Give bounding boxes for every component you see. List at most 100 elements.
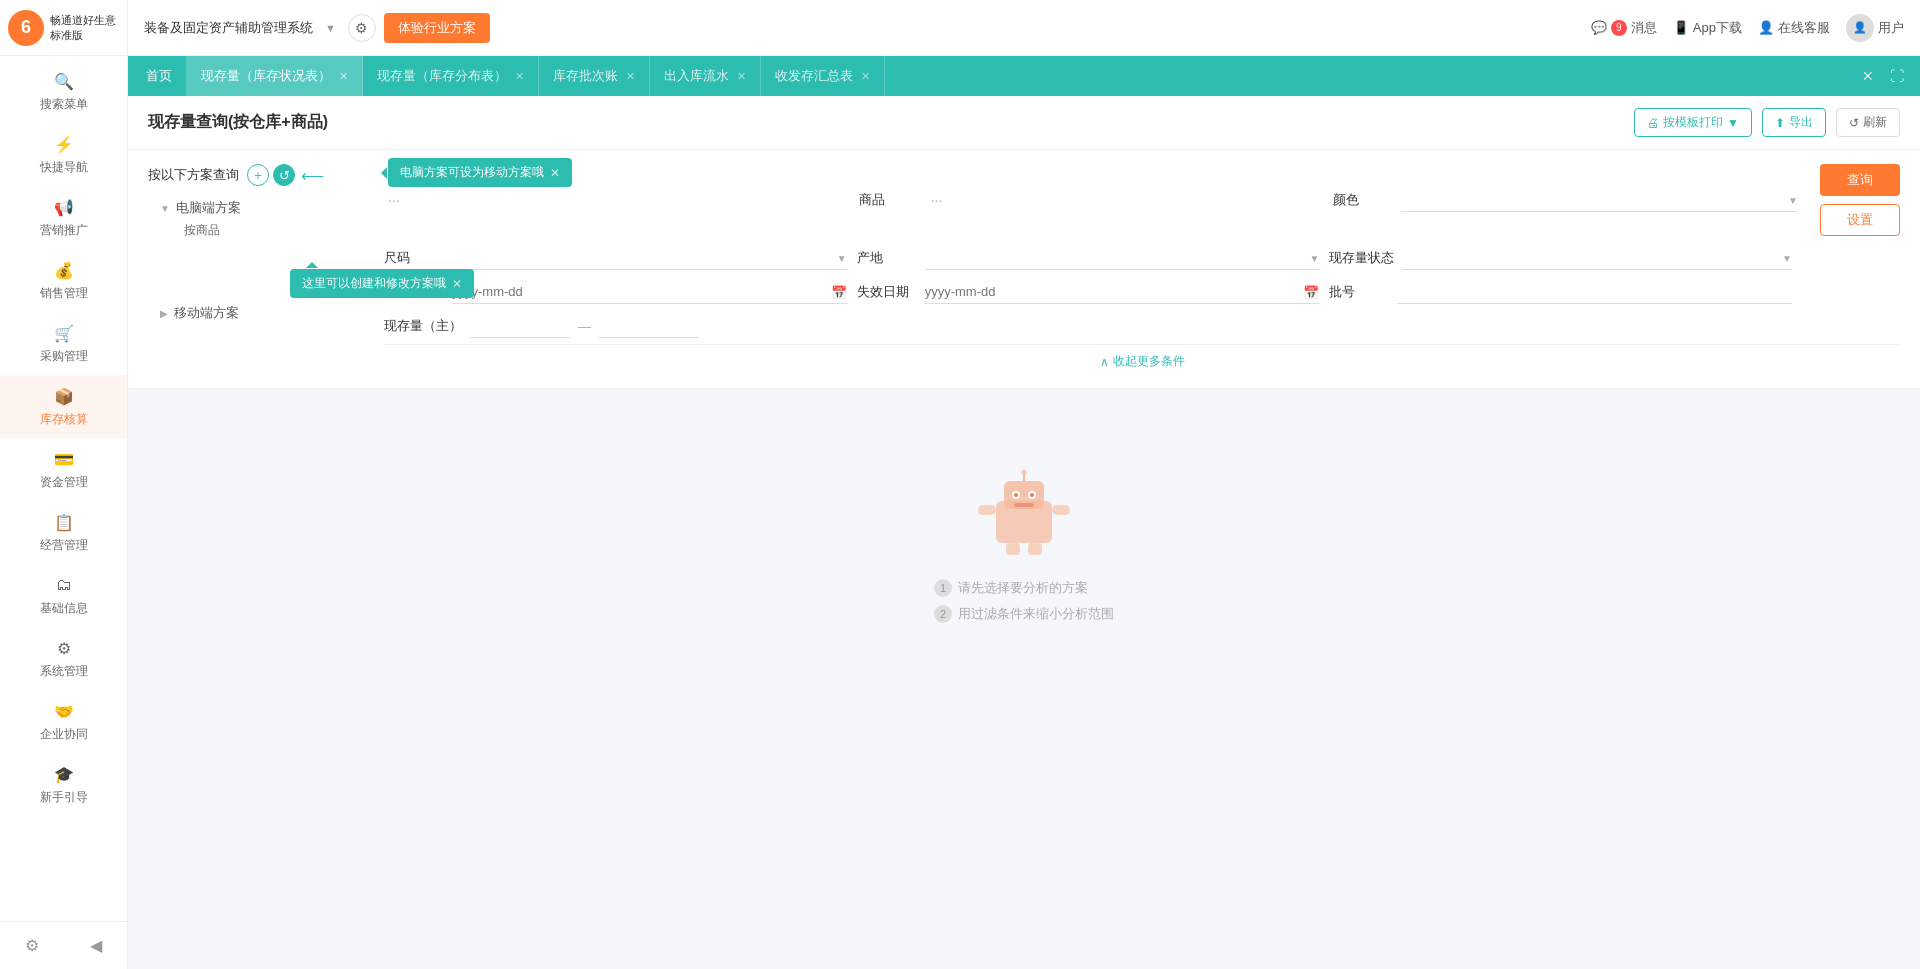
reset-button[interactable]: 设置 <box>1820 204 1900 236</box>
sidebar-item-basic[interactable]: 🗂 基础信息 <box>0 564 127 627</box>
app-download-label: App下载 <box>1693 19 1742 37</box>
stock-status-select[interactable] <box>1402 246 1792 270</box>
filter-field-warehouse: ··· <box>384 192 849 208</box>
stock-main-to-input[interactable] <box>599 314 699 338</box>
tab-label-inventory-batch: 库存批次账 <box>553 67 618 85</box>
sidebar-bottom: ⚙ ◀ <box>0 921 127 969</box>
step-1-text: 请先选择要分析的方案 <box>958 575 1088 601</box>
sidebar-item-quick-nav[interactable]: ⚡ 快捷导航 <box>0 123 127 186</box>
sidebar-item-purchase[interactable]: 🛒 采购管理 <box>0 312 127 375</box>
tabs-end: ✕ ⛶ <box>1850 66 1916 86</box>
tab-close-all-icon[interactable]: ✕ <box>1858 66 1878 86</box>
tab-inventory-batch[interactable]: 库存批次账 ✕ <box>539 56 650 96</box>
sidebar-item-enterprise[interactable]: 🤝 企业协同 <box>0 690 127 753</box>
scheme-item-by-goods[interactable]: 按商品 <box>178 220 368 241</box>
scheme-group-mobile-arrow-icon: ▶ <box>160 308 168 319</box>
tab-in-out-flow[interactable]: 出入库流水✕ <box>650 56 761 96</box>
color-select[interactable] <box>1401 188 1798 212</box>
origin-select[interactable] <box>925 246 1320 270</box>
tooltip-create-text: 这里可以创建和修改方案哦 <box>302 275 446 292</box>
sidebar-item-operations[interactable]: 📋 经营管理 <box>0 501 127 564</box>
sidebar-item-guide[interactable]: 🎓 新手引导 <box>0 753 127 816</box>
tooltip-desktop-close[interactable]: ✕ <box>550 166 560 180</box>
sidebar-item-search[interactable]: 🔍 搜索菜单 <box>0 60 127 123</box>
expire-date-label: 失效日期 <box>857 283 917 301</box>
size-select[interactable] <box>452 246 847 270</box>
nav-icon-operations: 📋 <box>53 511 75 533</box>
step-1-number: 1 <box>934 579 952 597</box>
sidebar-item-system[interactable]: ⚙ 系统管理 <box>0 627 127 690</box>
tab-inventory-status[interactable]: 现存量（库存状况表）✕ <box>187 56 363 96</box>
prod-date-input[interactable] <box>452 280 847 304</box>
tooltip-desktop: 电脑方案可设为移动方案哦 ✕ <box>388 158 572 187</box>
expire-date-input[interactable] <box>925 280 1320 304</box>
filter-row-2: 尺码 ▼ 产地 ▼ <box>384 246 1900 270</box>
tab-inventory-dist[interactable]: 现存量（库存分布表）✕ <box>363 56 539 96</box>
color-select-wrap: ▼ <box>1401 188 1798 212</box>
filter-field-color: 颜色 ▼ <box>1333 188 1798 212</box>
logo-text: 畅通道好生意 标准版 <box>50 13 116 42</box>
collapse-chevron-up-icon: ∧ <box>1100 355 1109 369</box>
nav-icon-purchase: 🛒 <box>53 322 75 344</box>
tab-close-inventory-batch[interactable]: ✕ <box>626 70 635 83</box>
sidebar-nav: 🔍 搜索菜单 ⚡ 快捷导航 📢 营销推广 💰 销售管理 🛒 采购管理 📦 库存核… <box>0 56 127 921</box>
export-icon: ⬆ <box>1775 116 1785 130</box>
warehouse-more-icon[interactable]: ··· <box>384 192 404 208</box>
settings-icon[interactable]: ⚙ <box>21 932 43 959</box>
topbar-right: 💬 9 消息 📱 App下载 👤 在线客服 👤 用户 <box>1591 14 1904 42</box>
refresh-scheme-button[interactable]: ↺ <box>273 164 295 186</box>
system-dropdown-icon[interactable]: ▼ <box>321 20 340 36</box>
filter-row-1: ··· 商品 ··· 颜色 ▼ <box>384 164 1900 236</box>
tab-close-receive-send[interactable]: ✕ <box>861 70 870 83</box>
tab-home[interactable]: 首页 <box>132 56 187 96</box>
svg-point-4 <box>1014 493 1018 497</box>
tab-close-in-out-flow[interactable]: ✕ <box>737 70 746 83</box>
color-label: 颜色 <box>1333 191 1393 209</box>
sidebar-item-marketing[interactable]: 📢 营销推广 <box>0 186 127 249</box>
tooltip-create-close[interactable]: ✕ <box>452 277 462 291</box>
online-service-item[interactable]: 👤 在线客服 <box>1758 19 1830 37</box>
search-button[interactable]: 查询 <box>1820 164 1900 196</box>
collapse-button[interactable]: ∧ 收起更多条件 <box>384 344 1900 378</box>
sidebar-item-sales[interactable]: 💰 销售管理 <box>0 249 127 312</box>
refresh-icon: ↺ <box>1849 116 1859 130</box>
batch-no-input[interactable] <box>1397 280 1792 304</box>
svg-rect-12 <box>1014 503 1034 507</box>
stock-main-from-input[interactable] <box>470 314 570 338</box>
expire-date-wrap: 📅 <box>925 280 1320 304</box>
goods-more-icon[interactable]: ··· <box>927 192 947 208</box>
scheme-group-desktop-header[interactable]: ▼ 电脑端方案 <box>160 196 368 220</box>
tab-close-inventory-dist[interactable]: ✕ <box>515 70 524 83</box>
size-select-wrap: ▼ <box>452 246 847 270</box>
step-2-text: 用过滤条件来缩小分析范围 <box>958 601 1114 627</box>
scheme-group-arrow-icon: ▼ <box>160 203 170 214</box>
topbar-settings-button[interactable]: ⚙ <box>348 14 376 42</box>
collapse-icon[interactable]: ◀ <box>86 932 106 959</box>
page-header: 现存量查询(按仓库+商品) 🖨 按模板打印 ▼ ⬆ 导出 ↺ 刷新 <box>128 96 1920 150</box>
scheme-group-mobile-label: 移动端方案 <box>174 304 239 322</box>
nav-icon-search: 🔍 <box>53 70 75 92</box>
template-print-button[interactable]: 🖨 按模板打印 ▼ <box>1634 108 1752 137</box>
industry-plan-button[interactable]: 体验行业方案 <box>384 13 490 43</box>
app-download-item[interactable]: 📱 App下载 <box>1673 19 1742 37</box>
export-button[interactable]: ⬆ 导出 <box>1762 108 1826 137</box>
sidebar-item-finance[interactable]: 💳 资金管理 <box>0 438 127 501</box>
tab-maximize-icon[interactable]: ⛶ <box>1886 66 1908 86</box>
logo-icon: 6 <box>8 10 44 46</box>
scheme-group-mobile-header[interactable]: ▶ 移动端方案 <box>160 301 368 325</box>
size-label: 尺码 <box>384 249 444 267</box>
tab-receive-send[interactable]: 收发存汇总表✕ <box>761 56 885 96</box>
user-item[interactable]: 👤 用户 <box>1846 14 1904 42</box>
refresh-button[interactable]: ↺ 刷新 <box>1836 108 1900 137</box>
add-scheme-button[interactable]: + <box>247 164 269 186</box>
scheme-group-desktop-items: 按商品 <box>178 220 368 241</box>
tab-close-inventory-status[interactable]: ✕ <box>339 70 348 83</box>
nav-icon-enterprise: 🤝 <box>53 700 75 722</box>
svg-rect-10 <box>1006 543 1020 555</box>
filter-panel: 按以下方案查询 + ↺ ⟵ 电脑方案可设为移动方案哦 ✕ <box>128 150 1920 389</box>
user-avatar: 👤 <box>1846 14 1874 42</box>
notification-item[interactable]: 💬 9 消息 <box>1591 19 1657 37</box>
topbar-left: 装备及固定资产辅助管理系统 ▼ ⚙ 体验行业方案 <box>144 13 490 43</box>
sidebar-item-inventory[interactable]: 📦 库存核算 <box>0 375 127 438</box>
sidebar: 6 畅通道好生意 标准版 🔍 搜索菜单 ⚡ 快捷导航 📢 营销推广 💰 销售管理… <box>0 0 128 969</box>
